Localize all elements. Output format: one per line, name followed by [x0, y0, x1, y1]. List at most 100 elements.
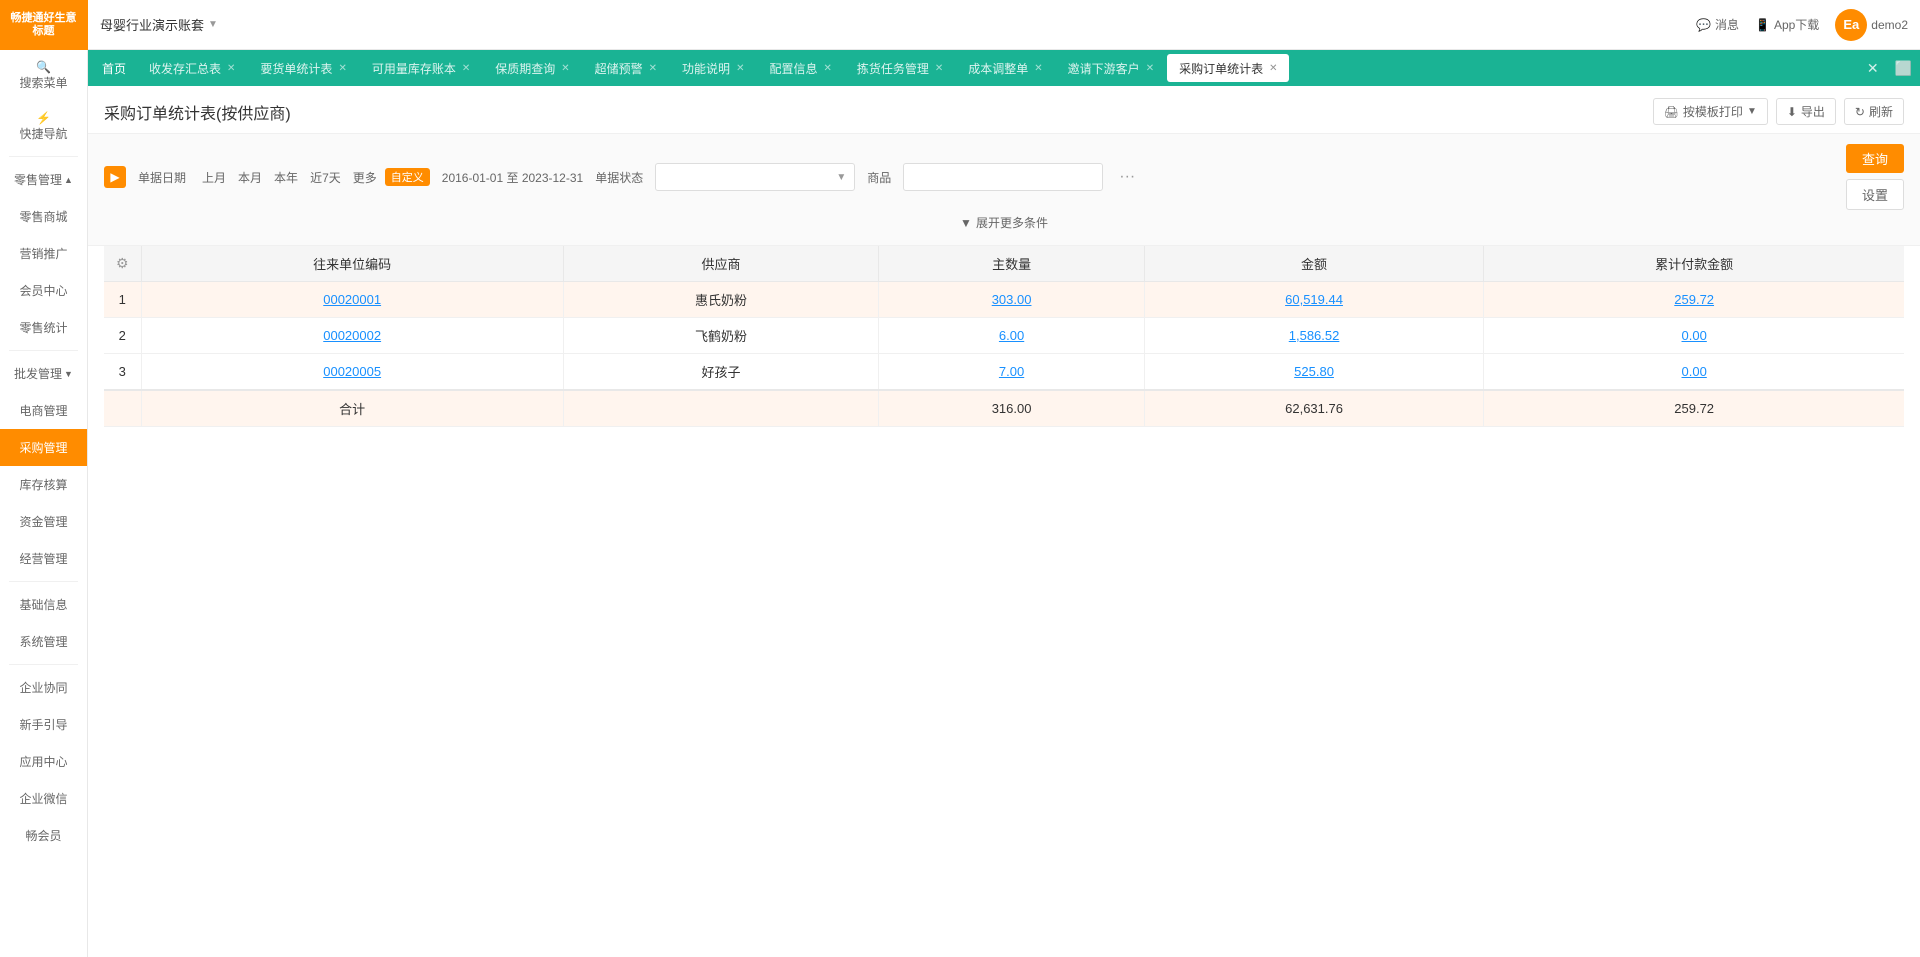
sidebar-shortcut[interactable]: ⚡ 快捷导航: [0, 101, 87, 152]
tab-yaoqing[interactable]: 邀请下游客户 ✕: [1056, 54, 1166, 82]
shortcut-icon: ⚡: [36, 111, 51, 125]
sidebar-item-wholesale[interactable]: 批发管理 ▼: [0, 355, 87, 392]
tab-keyongliang[interactable]: 可用量库存账本 ✕: [360, 54, 482, 82]
code-link-1[interactable]: 00020002: [323, 328, 381, 343]
code-link-0[interactable]: 00020001: [323, 292, 381, 307]
sidebar-search[interactable]: 🔍 搜索菜单: [0, 50, 87, 101]
date-tab-7days[interactable]: 近7天: [306, 167, 345, 188]
tab-home[interactable]: 首页: [92, 54, 136, 82]
tab-shoufahuizong[interactable]: 收发存汇总表 ✕: [137, 54, 247, 82]
tab-yaohuodanjitongji-close[interactable]: ✕: [338, 63, 346, 74]
sidebar-item-member[interactable]: 会员中心: [0, 272, 87, 309]
tab-chaochuyujing[interactable]: 超储预警 ✕: [583, 54, 669, 82]
sidebar-item-finance[interactable]: 资金管理: [0, 503, 87, 540]
export-icon: ⬇: [1787, 105, 1797, 119]
user-profile[interactable]: Ea demo2: [1835, 9, 1908, 41]
amount-link-0[interactable]: 60,519.44: [1285, 292, 1343, 307]
template-print-btn[interactable]: 🖨 按模板打印 ▼: [1653, 98, 1768, 125]
tab-close-all-btn[interactable]: ✕: [1863, 58, 1883, 79]
footer-empty: [104, 390, 141, 427]
sidebar-item-ecommerce[interactable]: 电商管理: [0, 392, 87, 429]
paid-link-2[interactable]: 0.00: [1682, 364, 1707, 379]
sidebar-item-enterprise[interactable]: 企业协同: [0, 669, 87, 706]
sidebar-item-retail-label: 零售管理: [14, 171, 62, 188]
tab-baozhanqi-close[interactable]: ✕: [561, 63, 569, 74]
tab-maximize-btn[interactable]: ⬜: [1891, 58, 1916, 79]
tab-chengben[interactable]: 成本调整单 ✕: [956, 54, 1054, 82]
tab-chaochuyujing-close[interactable]: ✕: [649, 63, 657, 74]
sidebar-item-basic[interactable]: 基础信息: [0, 586, 87, 623]
cell-paid-1: 0.00: [1484, 318, 1904, 354]
tab-caigoudingdan-label: 采购订单统计表: [1179, 60, 1263, 77]
sidebar-item-appstore[interactable]: 应用中心: [0, 743, 87, 780]
tab-chengben-close[interactable]: ✕: [1034, 63, 1042, 74]
messages-btn[interactable]: 💬 消息: [1696, 16, 1739, 33]
setting-btn[interactable]: 设置: [1846, 179, 1904, 210]
date-tab-last-month[interactable]: 上月: [198, 167, 230, 188]
date-tab-more[interactable]: 更多: [349, 167, 381, 188]
tab-home-label: 首页: [102, 60, 126, 77]
cell-qty-1: 6.00: [879, 318, 1144, 354]
goods-more-btn[interactable]: ···: [1119, 168, 1135, 186]
sidebar-item-ecommerce-label: 电商管理: [19, 402, 67, 419]
custom-date-badge[interactable]: 自定义: [385, 168, 430, 186]
amount-link-2[interactable]: 525.80: [1294, 364, 1334, 379]
amount-link-1[interactable]: 1,586.52: [1289, 328, 1340, 343]
tab-yaohuodanjitongji[interactable]: 要货单统计表 ✕: [248, 54, 358, 82]
tab-yaoqing-close[interactable]: ✕: [1146, 63, 1154, 74]
sidebar-shortcut-label: 快捷导航: [19, 125, 67, 142]
paid-link-0[interactable]: 259.72: [1674, 292, 1714, 307]
export-btn[interactable]: ⬇ 导出: [1776, 98, 1836, 125]
sidebar-item-purchase[interactable]: 采购管理: [0, 429, 87, 466]
cell-qty-0: 303.00: [879, 282, 1144, 318]
sidebar-item-wechat[interactable]: 企业微信: [0, 780, 87, 817]
tab-caigoudingdan-close[interactable]: ✕: [1269, 63, 1277, 74]
date-tab-this-year[interactable]: 本年: [270, 167, 302, 188]
sidebar-item-newbie[interactable]: 新手引导: [0, 706, 87, 743]
goods-filter-input[interactable]: [903, 163, 1103, 191]
code-link-2[interactable]: 00020005: [323, 364, 381, 379]
footer-qty: 316.00: [879, 390, 1144, 427]
tab-baozhanqi[interactable]: 保质期查询 ✕: [483, 54, 581, 82]
sidebar-item-member2[interactable]: 畅会员: [0, 817, 87, 854]
expand-more-btn[interactable]: ▼ 展开更多条件: [104, 210, 1904, 235]
refresh-btn[interactable]: ↻ 刷新: [1844, 98, 1904, 125]
tab-paihuo[interactable]: 拣货任务管理 ✕: [845, 54, 955, 82]
date-tab-this-month[interactable]: 本月: [234, 167, 266, 188]
gear-icon[interactable]: ⚙: [116, 255, 129, 271]
tab-keyongliang-close[interactable]: ✕: [462, 63, 470, 74]
tab-peizhi[interactable]: 配置信息 ✕: [757, 54, 843, 82]
sidebar-item-retail-shop-label: 零售商城: [19, 208, 67, 225]
sidebar-item-system[interactable]: 系统管理: [0, 623, 87, 660]
sidebar-item-enterprise-label: 企业协同: [19, 679, 67, 696]
sidebar-item-marketing[interactable]: 营销推广: [0, 235, 87, 272]
sidebar-item-wholesale-label: 批发管理: [14, 365, 62, 382]
paid-link-1[interactable]: 0.00: [1682, 328, 1707, 343]
sidebar-item-operation-label: 经营管理: [19, 550, 67, 567]
tab-peizhi-close[interactable]: ✕: [823, 63, 831, 74]
cell-code-2: 00020005: [141, 354, 563, 391]
tab-shoufahuizong-close[interactable]: ✕: [227, 63, 235, 74]
workspace-selector[interactable]: 母婴行业演示账套 ▼: [100, 15, 218, 34]
tab-gongnengjieshao[interactable]: 功能说明 ✕: [670, 54, 756, 82]
sidebar-item-retail-stats[interactable]: 零售统计: [0, 309, 87, 346]
tab-paihuo-close[interactable]: ✕: [935, 63, 943, 74]
filter-toggle-btn[interactable]: ▶: [104, 166, 126, 188]
qty-link-1[interactable]: 6.00: [999, 328, 1024, 343]
search-btn[interactable]: 查询: [1846, 144, 1904, 173]
sidebar-item-retail-shop[interactable]: 零售商城: [0, 198, 87, 235]
tab-caigoudingdan[interactable]: 采购订单统计表 ✕: [1167, 54, 1289, 82]
qty-link-2[interactable]: 7.00: [999, 364, 1024, 379]
table-row: 2 00020002 飞鹤奶粉 6.00 1,586.52 0.00: [104, 318, 1904, 354]
sidebar-item-inventory[interactable]: 库存核算: [0, 466, 87, 503]
sidebar-item-retail[interactable]: 零售管理 ▲: [0, 161, 87, 198]
tab-gongnengjieshao-close[interactable]: ✕: [736, 63, 744, 74]
qty-link-0[interactable]: 303.00: [992, 292, 1032, 307]
logo-text: 畅捷通好生意标题: [11, 12, 77, 38]
col-settings-header[interactable]: ⚙: [104, 246, 141, 282]
cell-supplier-2: 好孩子: [563, 354, 879, 391]
app-download-btn[interactable]: 📱 App下载: [1755, 16, 1819, 33]
footer-label: 合计: [141, 390, 563, 427]
sidebar-item-operation[interactable]: 经营管理: [0, 540, 87, 577]
status-select[interactable]: ▼: [655, 163, 855, 191]
